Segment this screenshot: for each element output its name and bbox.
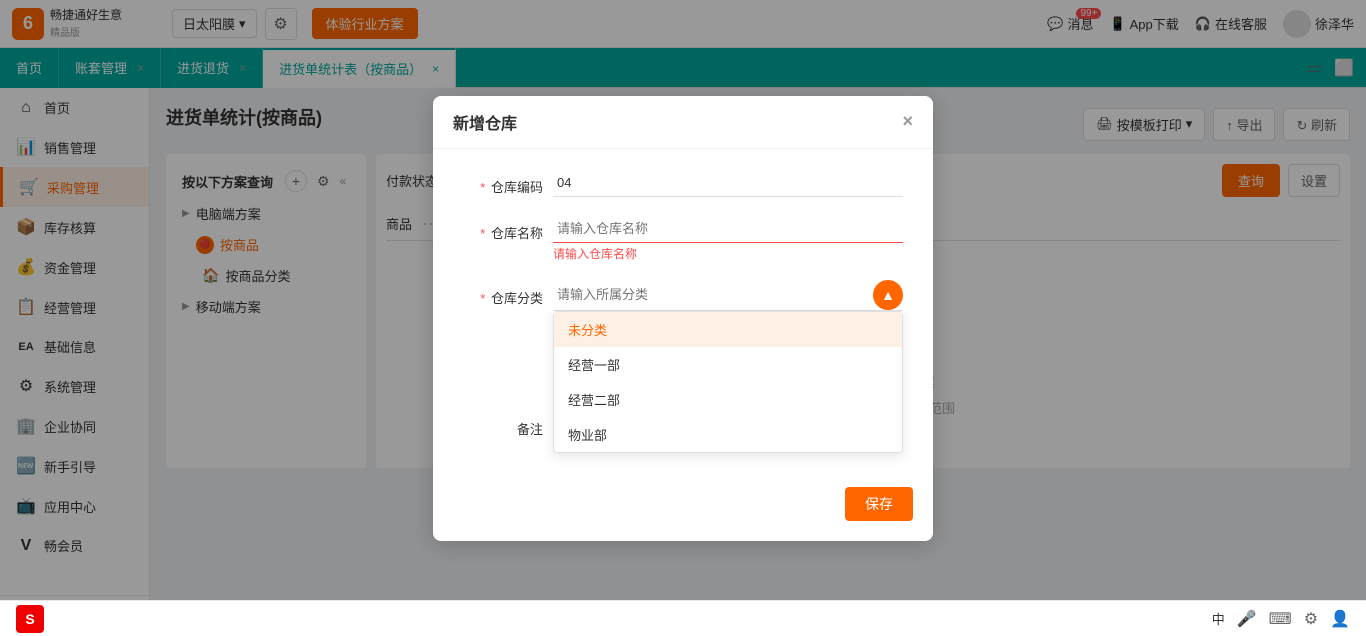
category-input-row: ▲ — [553, 280, 903, 311]
bottom-mic-button[interactable]: 🎤 — [1237, 609, 1257, 629]
dialog-title: 新增仓库 — [453, 110, 517, 134]
code-label: * 仓库编码 — [463, 169, 543, 196]
code-input[interactable] — [553, 169, 903, 197]
category-wrap: ▲ 未分类 经营一部 经营二部 物业部 — [553, 280, 903, 311]
name-input[interactable] — [553, 215, 903, 243]
cat-option-dept1[interactable]: 经营一部 — [554, 347, 902, 382]
name-label-text: 仓库名称 — [491, 226, 543, 241]
name-required-mark: * — [480, 226, 485, 241]
bottom-keyboard-button[interactable]: ⌨ — [1269, 609, 1292, 629]
add-warehouse-dialog: 新增仓库 × * 仓库编码 * 仓库名称 请输入仓库名 — [433, 96, 933, 541]
bottom-logo: S — [16, 605, 44, 633]
bottom-settings-button[interactable]: ⚙ — [1304, 609, 1318, 629]
category-dropdown: 未分类 经营一部 经营二部 物业部 — [553, 311, 903, 453]
dialog-close-button[interactable]: × — [902, 111, 913, 132]
cat-label-text: 仓库分类 — [491, 291, 543, 306]
name-error-msg: 请输入仓库名称 — [553, 245, 903, 262]
bottom-s-icon: S — [16, 605, 44, 633]
dialog-body: * 仓库编码 * 仓库名称 请输入仓库名称 * — [433, 149, 933, 477]
modal-overlay: 新增仓库 × * 仓库编码 * 仓库名称 请输入仓库名 — [0, 0, 1366, 636]
name-field-row: * 仓库名称 请输入仓库名称 — [463, 215, 903, 262]
cat-toggle-icon: ▲ — [881, 287, 895, 303]
note-label: 备注 — [463, 411, 543, 438]
save-button[interactable]: 保存 — [845, 487, 913, 521]
cat-option-uncategorized[interactable]: 未分类 — [554, 312, 902, 347]
name-label: * 仓库名称 — [463, 215, 543, 242]
note-label-text: 备注 — [517, 422, 543, 437]
cat-required-mark: * — [480, 291, 485, 306]
category-label: * 仓库分类 — [463, 280, 543, 307]
code-label-text: 仓库编码 — [491, 180, 543, 195]
dialog-footer: 保存 — [433, 477, 933, 541]
code-field-row: * 仓库编码 — [463, 169, 903, 197]
name-field-wrap: 请输入仓库名称 — [553, 215, 903, 262]
cat-option-dept2[interactable]: 经营二部 — [554, 382, 902, 417]
category-input[interactable] — [553, 281, 873, 308]
code-required-mark: * — [480, 180, 485, 195]
cat-option-property[interactable]: 物业部 — [554, 417, 902, 452]
dialog-header: 新增仓库 × — [433, 96, 933, 149]
bottom-bar: S 中 🎤 ⌨ ⚙ 👤 — [0, 600, 1366, 636]
bottom-zhong-button[interactable]: 中 — [1212, 609, 1225, 628]
category-toggle-button[interactable]: ▲ — [873, 280, 903, 310]
category-field-row: * 仓库分类 ▲ 未分类 经营一部 经营二部 物业部 — [463, 280, 903, 311]
bottom-user-button[interactable]: 👤 — [1330, 609, 1350, 629]
